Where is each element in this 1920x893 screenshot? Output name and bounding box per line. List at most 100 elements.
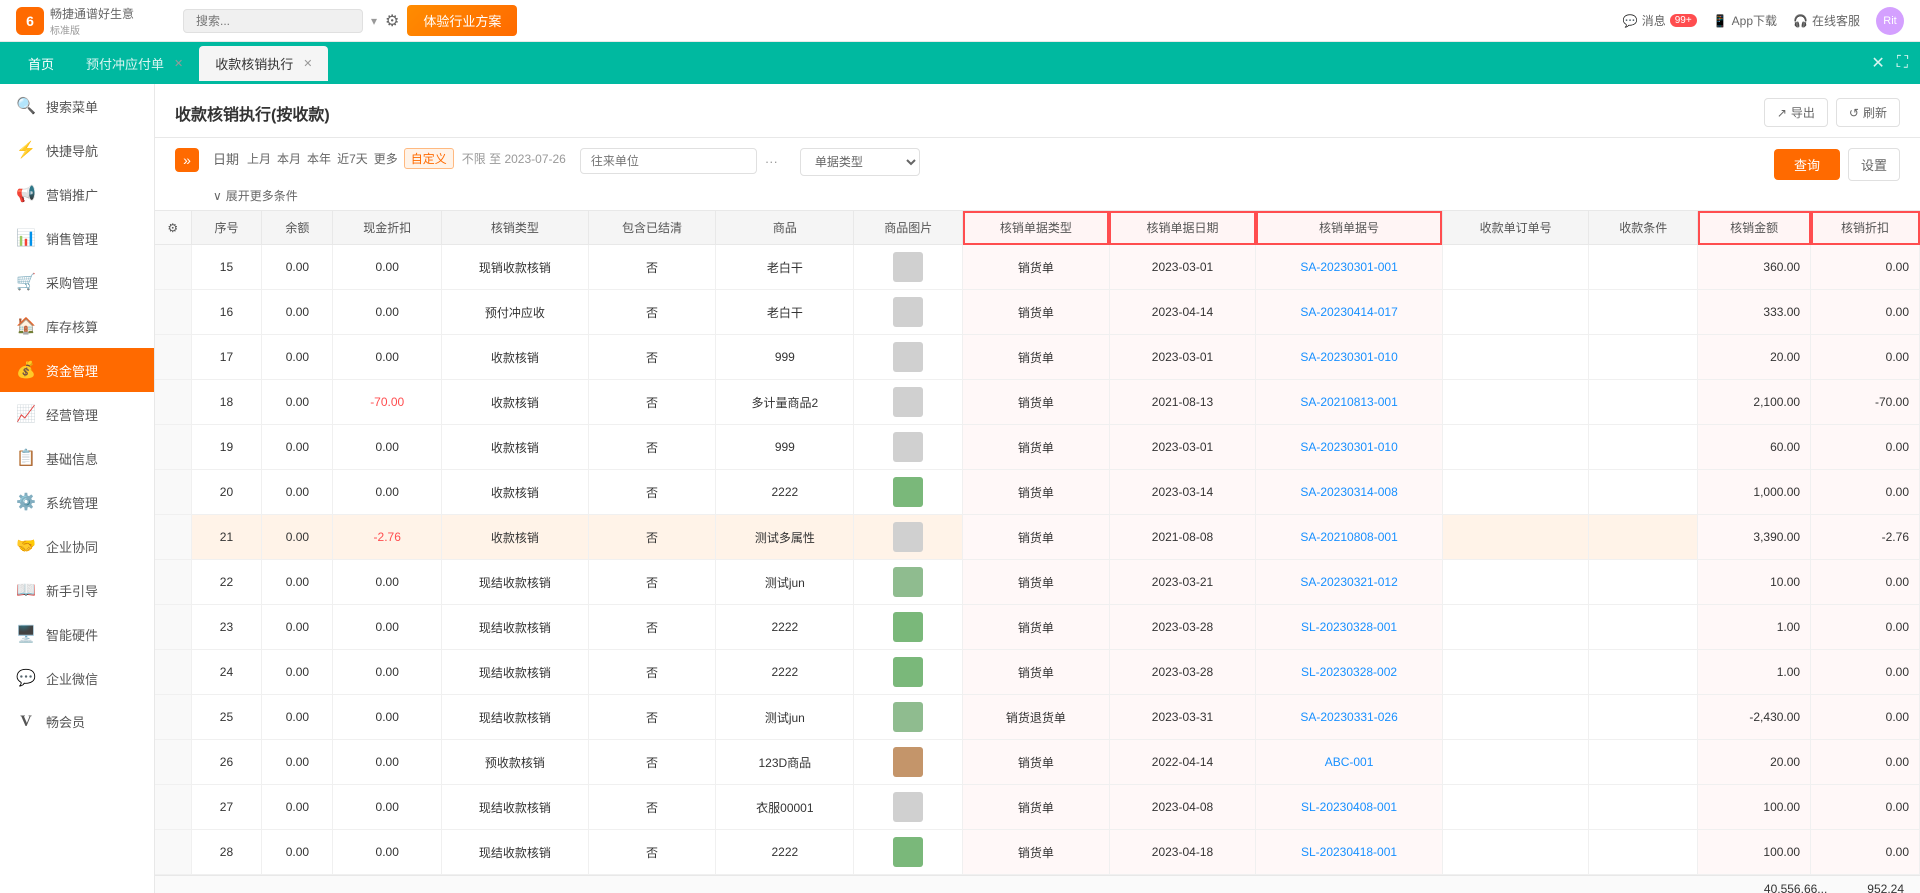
top-search-input[interactable] bbox=[183, 9, 363, 33]
sidebar-item-member[interactable]: V 畅会员 bbox=[0, 700, 154, 743]
row-receipt-condition bbox=[1589, 830, 1698, 875]
base-info-icon: 📋 bbox=[16, 448, 36, 468]
sidebar-item-search[interactable]: 🔍 搜索菜单 bbox=[0, 84, 154, 128]
row-receipt-order-no bbox=[1442, 740, 1589, 785]
search-icon: 🔍 bbox=[16, 96, 36, 116]
row-balance: 0.00 bbox=[262, 785, 333, 830]
row-seq: 22 bbox=[191, 560, 262, 605]
row-voucher-no[interactable]: ABC-001 bbox=[1256, 740, 1443, 785]
row-voucher-no[interactable]: SL-20230408-001 bbox=[1256, 785, 1443, 830]
refresh-btn[interactable]: ↺ 刷新 bbox=[1836, 98, 1900, 127]
row-voucher-type: 销货单 bbox=[963, 290, 1110, 335]
avatar[interactable]: Rit bbox=[1876, 7, 1904, 35]
gear-icon[interactable]: ⚙ bbox=[385, 11, 399, 31]
close-window-icon[interactable]: ✕ bbox=[1871, 53, 1884, 73]
filter-expand-btn[interactable]: » bbox=[175, 148, 199, 172]
date-opt-last-month[interactable]: 上月 bbox=[247, 150, 271, 167]
row-voucher-no[interactable]: SA-20230301-010 bbox=[1256, 425, 1443, 470]
row-voucher-no[interactable]: SA-20210808-001 bbox=[1256, 515, 1443, 560]
row-voucher-no[interactable]: SL-20230328-001 bbox=[1256, 605, 1443, 650]
row-voucher-date: 2023-04-08 bbox=[1109, 785, 1256, 830]
row-cash-discount: 0.00 bbox=[333, 245, 442, 290]
filter-bar: » 日期 上月 本月 本年 近7天 更多 自定义 不限 至 2023-07-26 bbox=[155, 138, 1920, 211]
online-service-btn[interactable]: 🎧 在线客服 bbox=[1793, 12, 1860, 29]
row-voucher-no[interactable]: SA-20230321-012 bbox=[1256, 560, 1443, 605]
row-voucher-no[interactable]: SL-20230328-002 bbox=[1256, 650, 1443, 695]
date-opt-this-year[interactable]: 本年 bbox=[307, 150, 331, 167]
maximize-icon[interactable]: ⛶ bbox=[1897, 54, 1908, 72]
tab-verify[interactable]: 收款核销执行 ✕ bbox=[199, 46, 328, 81]
tab-home[interactable]: 首页 bbox=[12, 46, 70, 81]
row-settings bbox=[155, 740, 191, 785]
row-balance: 0.00 bbox=[262, 650, 333, 695]
sidebar-item-inventory[interactable]: 🏠 库存核算 bbox=[0, 304, 154, 348]
sidebar-item-base-info[interactable]: 📋 基础信息 bbox=[0, 436, 154, 480]
verify-amount-total: 40,556,66... bbox=[1764, 882, 1827, 893]
row-verify-type: 预收款核销 bbox=[442, 740, 589, 785]
date-opt-7days[interactable]: 近7天 bbox=[337, 150, 368, 167]
row-voucher-no[interactable]: SA-20230331-026 bbox=[1256, 695, 1443, 740]
message-btn[interactable]: 💬 消息 99+ bbox=[1623, 12, 1697, 29]
sidebar-item-quick-nav[interactable]: ⚡ 快捷导航 bbox=[0, 128, 154, 172]
partner-input[interactable] bbox=[580, 148, 757, 174]
product-thumbnail bbox=[893, 522, 923, 552]
sidebar-item-system[interactable]: ⚙️ 系统管理 bbox=[0, 480, 154, 524]
date-opt-this-month[interactable]: 本月 bbox=[277, 150, 301, 167]
row-receipt-order-no bbox=[1442, 695, 1589, 740]
row-balance: 0.00 bbox=[262, 695, 333, 740]
table-row: 18 0.00 -70.00 收款核销 否 多计量商品2 销货单 2021-08… bbox=[155, 380, 1920, 425]
table-wrapper[interactable]: ⚙ 序号 余额 现金折扣 核销类型 包含已结清 商品 商品图片 核销单据类型 核… bbox=[155, 211, 1920, 893]
row-receipt-condition bbox=[1589, 470, 1698, 515]
sidebar-item-wechat[interactable]: 💬 企业微信 bbox=[0, 656, 154, 700]
th-settings[interactable]: ⚙ bbox=[155, 211, 191, 245]
row-voucher-no[interactable]: SA-20230314-008 bbox=[1256, 470, 1443, 515]
settings-btn[interactable]: 设置 bbox=[1848, 148, 1900, 181]
industry-btn[interactable]: 体验行业方案 bbox=[407, 5, 517, 36]
sidebar-item-hardware[interactable]: 🖥️ 智能硬件 bbox=[0, 612, 154, 656]
query-btn[interactable]: 查询 bbox=[1774, 149, 1840, 180]
row-product-img bbox=[854, 785, 963, 830]
sidebar-item-finance[interactable]: 💰 资金管理 bbox=[0, 348, 154, 392]
sidebar-item-collab[interactable]: 🤝 企业协同 bbox=[0, 524, 154, 568]
row-seq: 18 bbox=[191, 380, 262, 425]
sidebar-item-guide[interactable]: 📖 新手引导 bbox=[0, 568, 154, 612]
th-verify-discount: 核销折扣 bbox=[1811, 211, 1920, 245]
row-settings bbox=[155, 380, 191, 425]
partner-more-icon[interactable]: ··· bbox=[765, 154, 778, 169]
collab-icon: 🤝 bbox=[16, 536, 36, 556]
date-opt-custom[interactable]: 自定义 bbox=[404, 148, 454, 169]
sidebar-item-marketing[interactable]: 📢 营销推广 bbox=[0, 172, 154, 216]
expand-conditions-btn[interactable]: ∨ 展开更多条件 bbox=[213, 187, 1900, 204]
row-verify-discount: 0.00 bbox=[1811, 245, 1920, 290]
row-voucher-no[interactable]: SL-20230418-001 bbox=[1256, 830, 1443, 875]
row-verify-discount: -70.00 bbox=[1811, 380, 1920, 425]
row-voucher-no[interactable]: SA-20230301-010 bbox=[1256, 335, 1443, 380]
sidebar-item-sales[interactable]: 📊 销售管理 bbox=[0, 216, 154, 260]
close-tab2-icon[interactable]: ✕ bbox=[303, 57, 312, 70]
row-product-img bbox=[854, 245, 963, 290]
row-balance: 0.00 bbox=[262, 740, 333, 785]
tab-prepay[interactable]: 预付冲应付单 ✕ bbox=[70, 46, 199, 81]
row-included-cleared: 否 bbox=[588, 380, 716, 425]
table-row: 17 0.00 0.00 收款核销 否 999 销货单 2023-03-01 S… bbox=[155, 335, 1920, 380]
app-download-btn[interactable]: 📱 App下载 bbox=[1713, 12, 1777, 29]
sidebar-item-purchase[interactable]: 🛒 采购管理 bbox=[0, 260, 154, 304]
row-product: 测试jun bbox=[716, 695, 854, 740]
row-verify-amount: 10.00 bbox=[1698, 560, 1811, 605]
date-opt-more[interactable]: 更多 bbox=[374, 150, 398, 167]
export-btn[interactable]: ↗ 导出 bbox=[1764, 98, 1828, 127]
sidebar-item-operations[interactable]: 📈 经营管理 bbox=[0, 392, 154, 436]
row-verify-discount: 0.00 bbox=[1811, 335, 1920, 380]
row-receipt-order-no bbox=[1442, 425, 1589, 470]
action-buttons: 查询 设置 bbox=[1774, 148, 1900, 181]
row-verify-amount: 20.00 bbox=[1698, 740, 1811, 785]
row-voucher-no[interactable]: SA-20210813-001 bbox=[1256, 380, 1443, 425]
voucher-type-select[interactable]: 单据类型 bbox=[800, 148, 920, 176]
row-voucher-type: 销货单 bbox=[963, 785, 1110, 830]
row-voucher-no[interactable]: SA-20230301-001 bbox=[1256, 245, 1443, 290]
row-receipt-order-no bbox=[1442, 650, 1589, 695]
row-voucher-no[interactable]: SA-20230414-017 bbox=[1256, 290, 1443, 335]
close-tab1-icon[interactable]: ✕ bbox=[174, 57, 183, 70]
row-settings bbox=[155, 605, 191, 650]
dropdown-arrow-icon[interactable]: ▾ bbox=[371, 14, 377, 28]
